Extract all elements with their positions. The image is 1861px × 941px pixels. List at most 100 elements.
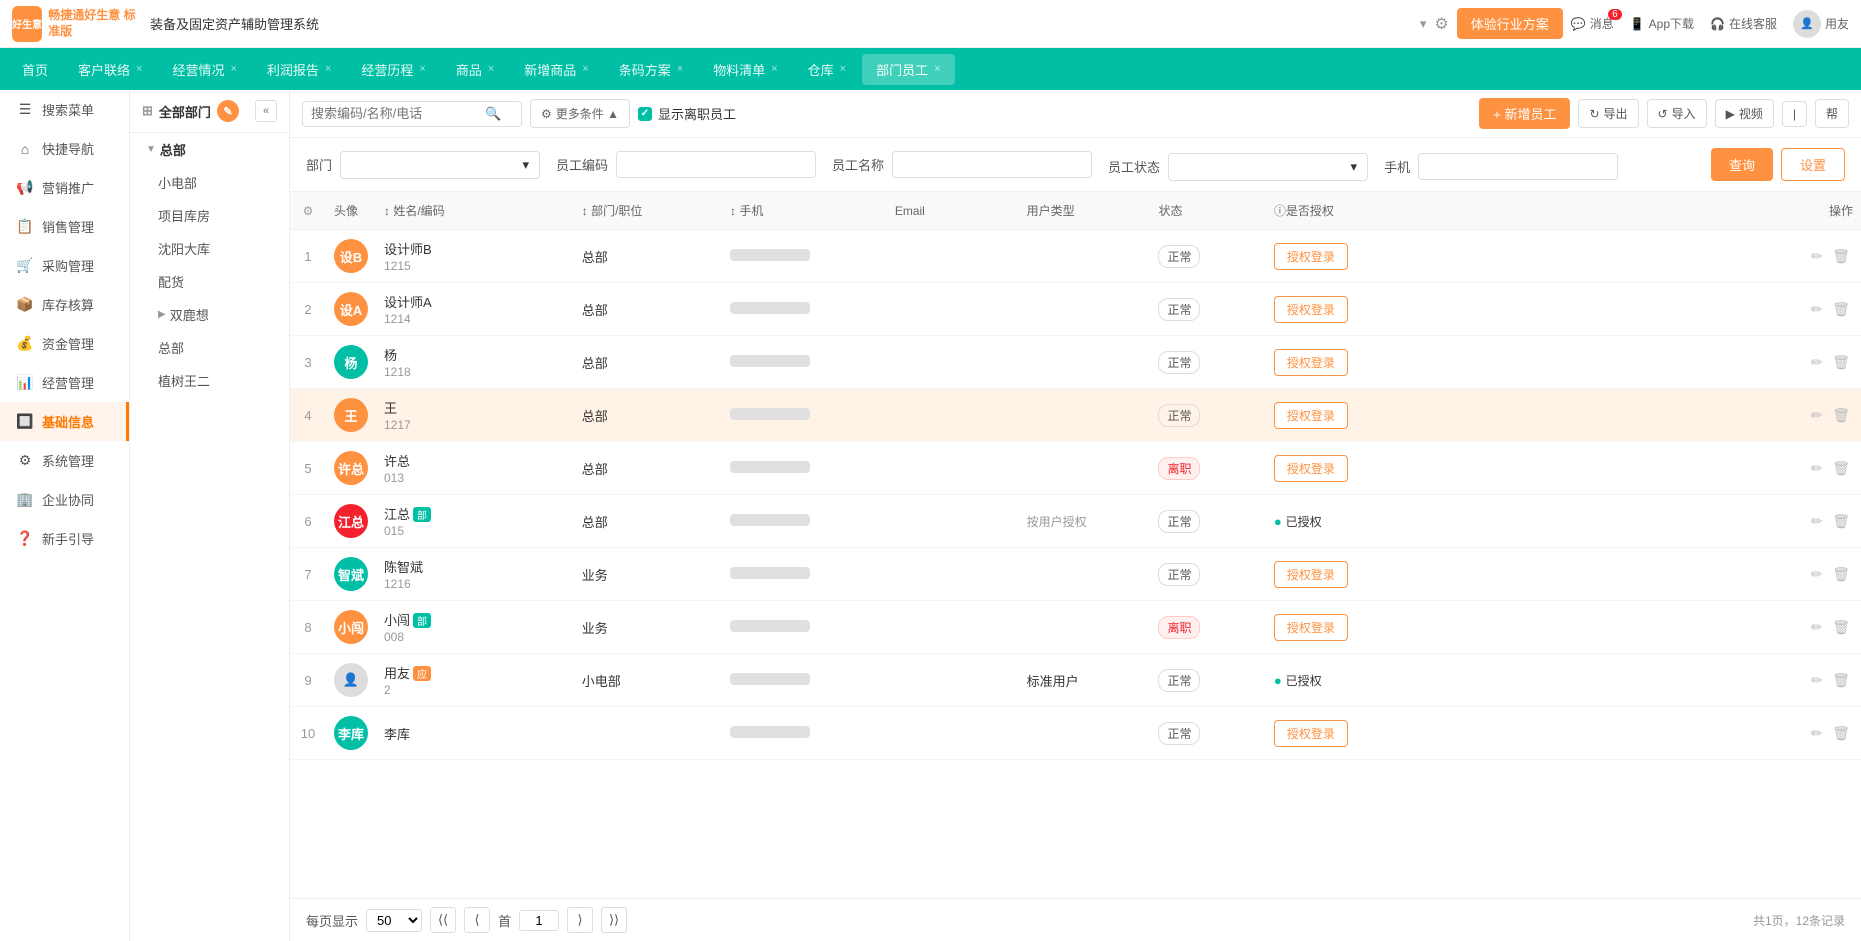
prev-page-btn[interactable]: ⟨ [464, 907, 490, 933]
sidebar-item-sales[interactable]: 📋 销售管理 [0, 207, 129, 246]
dept-item-distribution[interactable]: 配货 [130, 265, 289, 298]
sidebar-item-search[interactable]: ☰ 搜索菜单 [0, 90, 129, 129]
settings-btn[interactable]: 设置 [1781, 148, 1845, 181]
nav-item-employees[interactable]: 部门员工 × [862, 54, 954, 85]
export-btn[interactable]: ↻ 导出 [1578, 99, 1638, 128]
authorize-btn[interactable]: 授权登录 [1274, 614, 1348, 641]
search-input[interactable] [311, 106, 481, 121]
delete-icon[interactable]: 🗑 [1832, 566, 1850, 582]
edit-icon[interactable]: ✏ [1811, 407, 1823, 423]
edit-icon[interactable]: ✏ [1811, 513, 1823, 529]
nav-close-profit[interactable]: × [325, 63, 331, 75]
dept-item-shenyang[interactable]: 沈阳大库 [130, 232, 289, 265]
gear-icon[interactable]: ⚙ [1434, 14, 1448, 34]
sidebar-item-enterprise[interactable]: 🏢 企业协同 [0, 480, 129, 519]
user-menu[interactable]: 👤 用友 [1793, 10, 1849, 38]
show-former-checkbox[interactable]: ✓ [638, 107, 652, 121]
help-btn[interactable]: | [1782, 101, 1807, 127]
dept-item-head[interactable]: ▼ 总部 [130, 133, 289, 166]
delete-icon[interactable]: 🗑 [1832, 301, 1850, 317]
edit-icon[interactable]: ✏ [1811, 672, 1823, 688]
nav-item-goods[interactable]: 商品 × [442, 54, 508, 85]
col-header-dept[interactable]: ↕ 部门/职位 [574, 192, 722, 230]
delete-icon[interactable]: 🗑 [1832, 619, 1850, 635]
settings-col-icon[interactable]: ⚙ [303, 204, 314, 218]
sidebar-item-purchase[interactable]: 🛒 采购管理 [0, 246, 129, 285]
dept-item-shuanglu[interactable]: ▶双鹿想 [130, 298, 289, 331]
page-size-select[interactable]: 50 20 100 [366, 909, 422, 932]
nav-close-employees[interactable]: × [934, 63, 940, 75]
authorize-btn[interactable]: 授权登录 [1274, 349, 1348, 376]
authorize-btn[interactable]: 授权登录 [1274, 455, 1348, 482]
delete-icon[interactable]: 🗑 [1832, 407, 1850, 423]
dept-item-zhishu[interactable]: 植树王二 [130, 364, 289, 397]
search-input-wrap[interactable]: 🔍 [302, 101, 522, 127]
emp-status-select[interactable]: ▾ [1168, 153, 1368, 181]
nav-item-home[interactable]: 首页 [8, 54, 62, 85]
nav-item-warehouse[interactable]: 仓库 × [794, 54, 860, 85]
nav-close-goods[interactable]: × [488, 63, 494, 75]
first-page-btn[interactable]: ⟨⟨ [430, 907, 456, 933]
more-filter-btn[interactable]: ⚙ 更多条件 ▲ [530, 99, 630, 128]
edit-icon[interactable]: ✏ [1811, 248, 1823, 264]
authorize-btn[interactable]: 授权登录 [1274, 720, 1348, 747]
delete-icon[interactable]: 🗑 [1832, 672, 1850, 688]
delete-icon[interactable]: 🗑 [1832, 354, 1850, 370]
nav-item-history[interactable]: 经营历程 × [347, 54, 439, 85]
sidebar-item-operations-mgmt[interactable]: 📊 经营管理 [0, 363, 129, 402]
emp-name-input[interactable] [892, 151, 1092, 178]
sidebar-item-finance[interactable]: 💰 资金管理 [0, 324, 129, 363]
edit-icon[interactable]: ✏ [1811, 566, 1823, 582]
edit-icon[interactable]: ✏ [1811, 354, 1823, 370]
sidebar-item-guide[interactable]: ❓ 新手引导 [0, 519, 129, 558]
edit-icon[interactable]: ✏ [1811, 301, 1823, 317]
extra-btn[interactable]: 帮 [1815, 99, 1849, 128]
add-employee-btn[interactable]: + 新增员工 [1479, 98, 1570, 129]
dept-item-general[interactable]: 总部 [130, 331, 289, 364]
delete-icon[interactable]: 🗑 [1832, 460, 1850, 476]
query-btn[interactable]: 查询 [1711, 148, 1773, 181]
view-btn[interactable]: ▶ 视频 [1715, 99, 1774, 128]
authorize-btn[interactable]: 授权登录 [1274, 243, 1348, 270]
nav-item-add-goods[interactable]: 新增商品 × [510, 54, 602, 85]
authorize-btn[interactable]: 授权登录 [1274, 402, 1348, 429]
app-download-btn[interactable]: 📱 App下载 [1630, 15, 1694, 32]
nav-close-operations[interactable]: × [230, 63, 236, 75]
nav-item-operations[interactable]: 经营情况 × [158, 54, 250, 85]
dept-item-small-elec[interactable]: 小电部 [130, 166, 289, 199]
delete-icon[interactable]: 🗑 [1832, 513, 1850, 529]
sidebar-item-quick-nav[interactable]: ⌂ 快捷导航 [0, 129, 129, 168]
import-btn[interactable]: ↺ 导入 [1647, 99, 1707, 128]
nav-item-profit[interactable]: 利润报告 × [253, 54, 345, 85]
col-header-phone[interactable]: ↕ 手机 [722, 192, 887, 230]
sidebar-item-basic-info[interactable]: 🔲 基础信息 [0, 402, 129, 441]
dept-all-btn[interactable]: ✎ [217, 100, 239, 122]
page-number-input[interactable] [519, 910, 559, 931]
phone-input[interactable] [1418, 153, 1618, 180]
message-btn[interactable]: 💬 消息 6 [1571, 15, 1614, 32]
trial-btn[interactable]: 体验行业方案 [1457, 8, 1563, 39]
authorize-btn[interactable]: 授权登录 [1274, 561, 1348, 588]
edit-icon[interactable]: ✏ [1811, 460, 1823, 476]
authorize-btn[interactable]: 授权登录 [1274, 296, 1348, 323]
nav-item-barcode[interactable]: 条码方案 × [605, 54, 697, 85]
delete-icon[interactable]: 🗑 [1832, 248, 1850, 264]
dropdown-icon[interactable]: ▾ [1420, 16, 1427, 32]
next-page-btn[interactable]: ⟩ [567, 907, 593, 933]
sidebar-item-marketing[interactable]: 📢 营销推广 [0, 168, 129, 207]
emp-code-input[interactable] [616, 151, 816, 178]
sidebar-item-inventory[interactable]: 📦 库存核算 [0, 285, 129, 324]
nav-close-customer[interactable]: × [136, 63, 142, 75]
nav-item-customer[interactable]: 客户联络 × [64, 54, 156, 85]
show-former-wrap[interactable]: ✓ 显示离职员工 [638, 104, 736, 123]
col-header-name[interactable]: ↕ 姓名/编码 [376, 192, 574, 230]
edit-icon[interactable]: ✏ [1811, 725, 1823, 741]
dept-item-project-room[interactable]: 项目库房 [130, 199, 289, 232]
nav-item-bom[interactable]: 物料清单 × [699, 54, 791, 85]
edit-icon[interactable]: ✏ [1811, 619, 1823, 635]
last-page-btn[interactable]: ⟩⟩ [601, 907, 627, 933]
nav-close-history[interactable]: × [419, 63, 425, 75]
nav-close-barcode[interactable]: × [677, 63, 683, 75]
nav-close-bom[interactable]: × [771, 63, 777, 75]
delete-icon[interactable]: 🗑 [1832, 725, 1850, 741]
